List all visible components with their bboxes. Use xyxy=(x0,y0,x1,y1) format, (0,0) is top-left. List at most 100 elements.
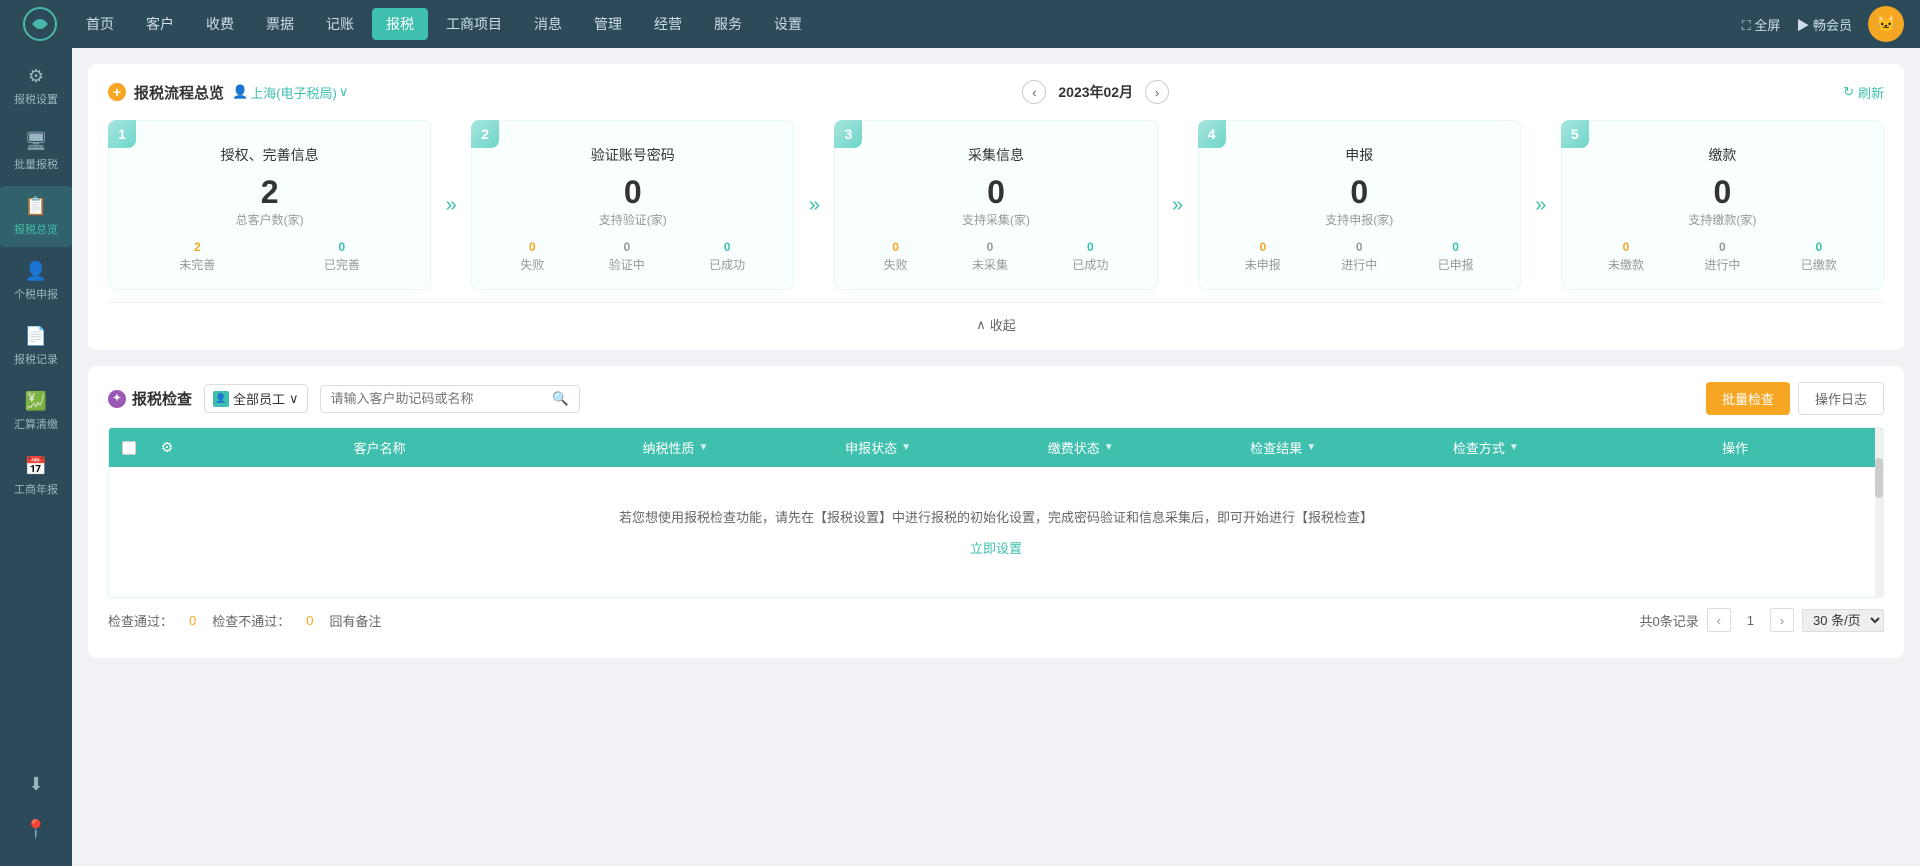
sidebar-item-individual-tax[interactable]: 👤 个税申报 xyxy=(0,251,72,312)
th-gear[interactable]: ⚙ xyxy=(149,429,185,466)
month-nav: ‹ 2023年02月 › xyxy=(1022,80,1169,104)
action-buttons: 批量检查 操作日志 xyxy=(1706,382,1884,415)
process-steps: 1 授权、完善信息 2 总客户数(家) 2 未完善 0 已完善 » xyxy=(108,120,1884,290)
filter-icon-3[interactable]: ▼ xyxy=(1104,442,1114,453)
nav-tax[interactable]: 报税 xyxy=(372,8,428,40)
step-5-stat-1-label: 进行中 xyxy=(1704,256,1740,273)
step-4-stat-0-label: 未申报 xyxy=(1245,256,1281,273)
fullscreen-btn[interactable]: ⛶ 全屏 xyxy=(1742,15,1781,34)
refresh-label: 刷新 xyxy=(1858,83,1884,102)
tax-check-title: ✦ 报税检查 xyxy=(108,388,192,409)
th-tax-nature-label: 纳税性质 xyxy=(643,438,695,457)
search-wrap: 🔍 xyxy=(320,385,580,413)
download-icon: ⬇ xyxy=(28,774,43,795)
step-1-count: 2 xyxy=(125,173,414,211)
tax-settings-icon: ⚙ xyxy=(28,66,44,87)
page-number: 1 xyxy=(1739,611,1762,630)
step-3-number: 3 xyxy=(834,120,862,148)
nav-client[interactable]: 客户 xyxy=(132,8,188,40)
table-header: ⚙ 客户名称 纳税性质 ▼ 申报状态 ▼ 缴费状态 ▼ 检查结果 ▼ xyxy=(109,428,1883,467)
setup-link[interactable]: 立即设置 xyxy=(970,538,1022,557)
step-5-stat-2-label: 已缴款 xyxy=(1801,256,1837,273)
sidebar-label-individual-tax: 个税申报 xyxy=(14,286,58,302)
step-5-stat-2: 0 已缴款 xyxy=(1801,240,1837,273)
sidebar-item-download[interactable]: ⬇ xyxy=(0,764,72,805)
step-5-count: 0 xyxy=(1578,173,1867,211)
step-2-stats: 0 失败 0 验证中 0 已成功 xyxy=(488,240,777,273)
step-3-card: 3 采集信息 0 支持采集(家) 0 失败 0 未采集 0 已成功 xyxy=(834,120,1157,290)
step-2-label: 支持验证(家) xyxy=(488,211,777,228)
filter-icon-2[interactable]: ▼ xyxy=(901,442,911,453)
next-page-button[interactable]: › xyxy=(1770,608,1794,632)
nav-service[interactable]: 服务 xyxy=(700,8,756,40)
next-month-button[interactable]: › xyxy=(1145,80,1169,104)
step-3-count: 0 xyxy=(851,173,1140,211)
step-1-stat-0: 2 未完善 xyxy=(179,240,215,273)
step-4-stat-0-val: 0 xyxy=(1245,240,1281,254)
th-check-result-label: 检查结果 xyxy=(1250,438,1302,457)
per-page-select[interactable]: 30 条/页 xyxy=(1802,609,1884,632)
search-input[interactable] xyxy=(321,386,542,411)
scrollbar[interactable] xyxy=(1875,428,1883,597)
sidebar-item-batch-tax[interactable]: 🖥 批量报税 xyxy=(0,121,72,182)
refresh-button[interactable]: ↻ 刷新 xyxy=(1843,83,1884,102)
step-1-title: 授权、完善信息 xyxy=(125,137,414,165)
nav-business[interactable]: 工商项目 xyxy=(432,8,516,40)
step-4-stat-2-val: 0 xyxy=(1438,240,1474,254)
filter-icon-5[interactable]: ▼ xyxy=(1509,442,1519,453)
nav-invoice[interactable]: 票据 xyxy=(252,8,308,40)
pass-count[interactable]: 0 xyxy=(189,613,196,628)
step-2-stat-2: 0 已成功 xyxy=(709,240,745,273)
search-button[interactable]: 🔍 xyxy=(542,386,579,412)
total-label: 共0条记录 xyxy=(1640,611,1699,630)
nav-operate[interactable]: 经营 xyxy=(640,8,696,40)
fail-count[interactable]: 0 xyxy=(306,613,313,628)
process-overview-card: + 报税流程总览 👤 上海(电子税局) ∨ ‹ 2023年02月 › ↻ 刷新 … xyxy=(88,64,1904,350)
sidebar-item-tax-record[interactable]: 📄 报税记录 xyxy=(0,316,72,377)
batch-check-button[interactable]: 批量检查 xyxy=(1706,382,1790,415)
step-5-label: 支持缴款(家) xyxy=(1578,211,1867,228)
prev-month-button[interactable]: ‹ xyxy=(1022,80,1046,104)
top-right: ⛶ 全屏 ▶ 畅会员 🐱 xyxy=(1742,6,1904,42)
sidebar-label-annual-report: 工商年报 xyxy=(14,481,58,497)
filter-icon-1[interactable]: ▼ xyxy=(699,442,709,453)
step-5-card: 5 缴款 0 支持缴款(家) 0 未缴款 0 进行中 0 已缴款 xyxy=(1561,120,1884,290)
header-checkbox[interactable] xyxy=(122,441,136,455)
staff-selector[interactable]: 👤 全部员工 ∨ xyxy=(204,384,308,413)
arrow-3: » xyxy=(1158,120,1198,290)
sidebar-label-annual-settlement: 汇算清缴 xyxy=(14,416,58,432)
step-2-stat-1: 0 验证中 xyxy=(609,240,645,273)
nav-home[interactable]: 首页 xyxy=(72,8,128,40)
step-4-stat-0: 0 未申报 xyxy=(1245,240,1281,273)
nav-bookkeeping[interactable]: 记账 xyxy=(312,8,368,40)
filter-icon-4[interactable]: ▼ xyxy=(1306,442,1316,453)
sidebar-item-annual-report[interactable]: 📅 工商年报 xyxy=(0,446,72,507)
nav-settings[interactable]: 设置 xyxy=(760,8,816,40)
step-4-stat-2-label: 已申报 xyxy=(1438,256,1474,273)
th-tax-nature: 纳税性质 ▼ xyxy=(574,428,777,467)
scrollbar-thumb[interactable] xyxy=(1875,458,1883,498)
individual-tax-icon: 👤 xyxy=(25,261,47,282)
th-checkbox[interactable] xyxy=(109,431,149,465)
vip-btn[interactable]: ▶ 畅会员 xyxy=(1796,15,1852,34)
nav-fee[interactable]: 收费 xyxy=(192,8,248,40)
nav-message[interactable]: 消息 xyxy=(520,8,576,40)
step-3-stat-0: 0 失败 xyxy=(884,240,908,273)
sidebar-item-annual-settlement[interactable]: 💹 汇算清缴 xyxy=(0,381,72,442)
location-selector[interactable]: 👤 上海(电子税局) ∨ xyxy=(232,83,348,102)
step-5-stat-0-val: 0 xyxy=(1608,240,1644,254)
sidebar-item-tax-settings[interactable]: ⚙ 报税设置 xyxy=(0,56,72,117)
arrow-2: » xyxy=(794,120,834,290)
prev-page-button[interactable]: ‹ xyxy=(1707,608,1731,632)
nav-manage[interactable]: 管理 xyxy=(580,8,636,40)
collapse-button[interactable]: ∧ 收起 xyxy=(108,302,1884,334)
step-2-stat-2-val: 0 xyxy=(709,240,745,254)
arrow-1: » xyxy=(431,120,471,290)
step-5-stats: 0 未缴款 0 进行中 0 已缴款 xyxy=(1578,240,1867,273)
step-1-number: 1 xyxy=(108,120,136,148)
sidebar-item-location[interactable]: 📍 xyxy=(0,809,72,850)
step-4-title: 申报 xyxy=(1215,137,1504,165)
sidebar-item-tax-overview[interactable]: 📋 报税总览 xyxy=(0,186,72,247)
operation-log-button[interactable]: 操作日志 xyxy=(1798,382,1884,415)
staff-dropdown-icon: ∨ xyxy=(289,391,299,407)
